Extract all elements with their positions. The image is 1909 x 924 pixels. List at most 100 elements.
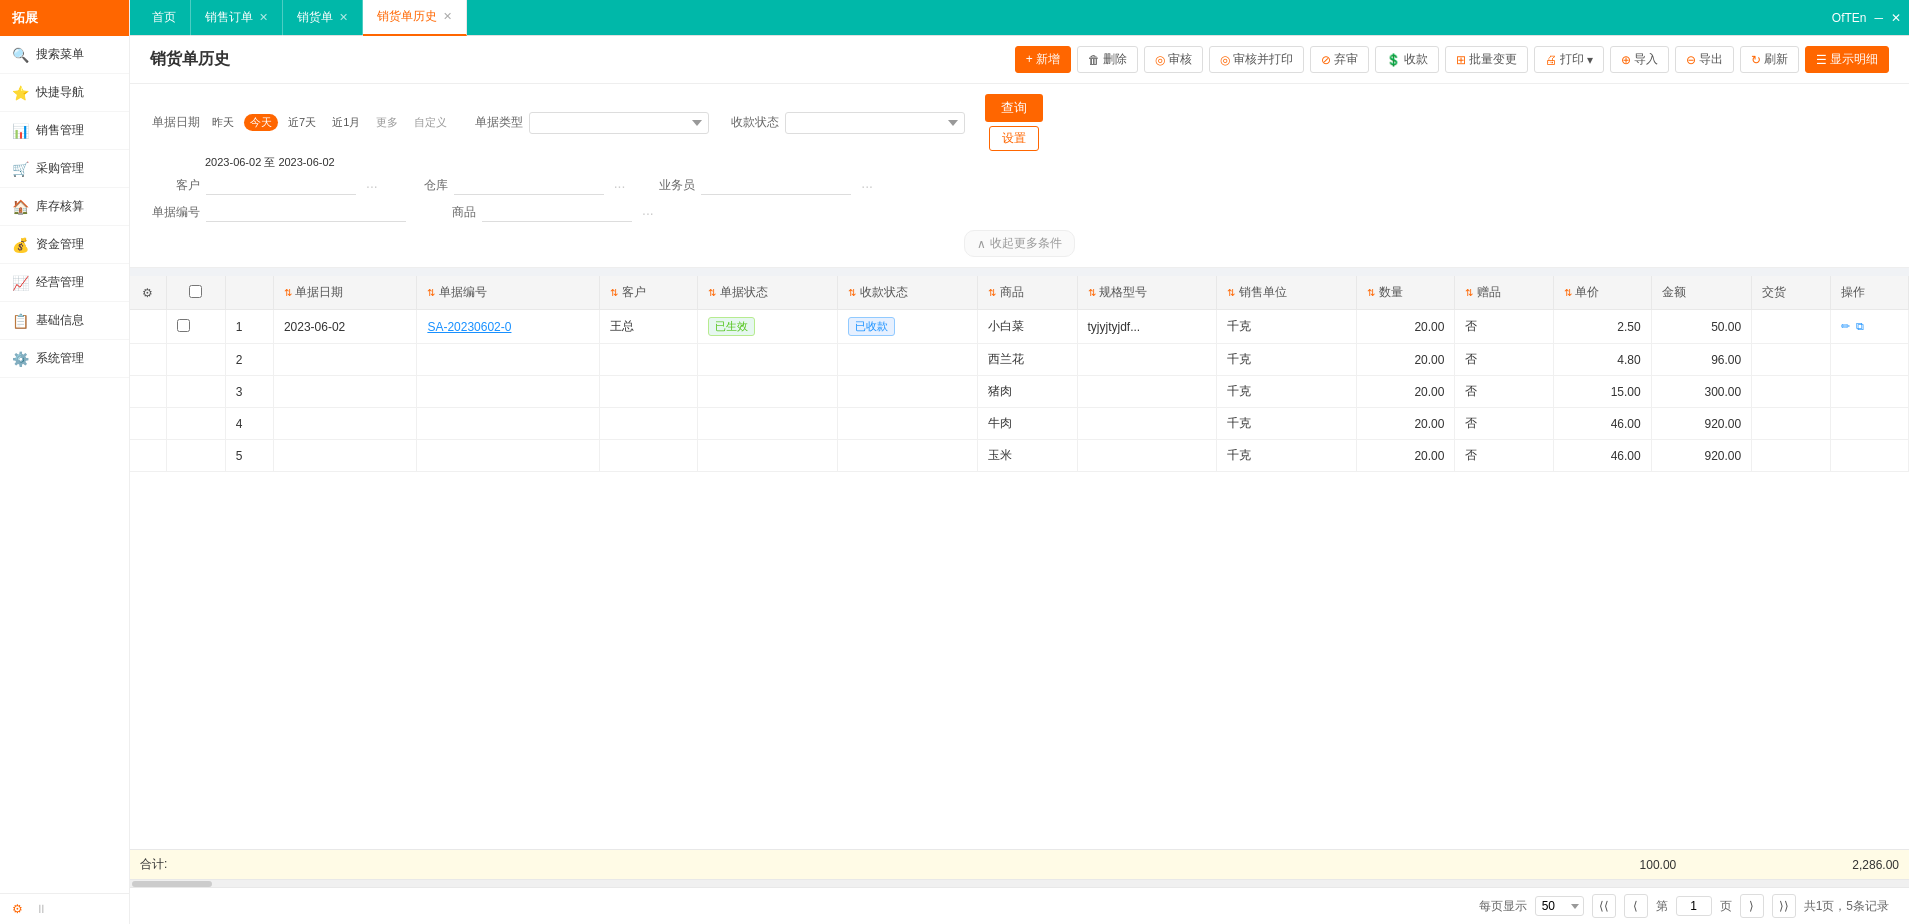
refresh-icon: ↻ [1751,53,1761,67]
sidebar-item-inventory[interactable]: 🏠 库存核算 [0,188,129,226]
tab-sales-order-close[interactable]: ✕ [259,11,268,24]
tab-sales-history-close[interactable]: ✕ [443,10,452,23]
table-row: 2西兰花千克20.00否4.8096.00 [130,344,1909,376]
sidebar-item-purchase-mgmt[interactable]: 🛒 采购管理 [0,150,129,188]
customer-input[interactable] [206,176,356,195]
salesperson-dots-btn[interactable]: ··· [861,178,873,194]
date-tag-more[interactable]: 更多 [370,114,404,131]
cell-checkbox[interactable] [166,408,225,440]
cell-checkbox[interactable] [166,440,225,472]
per-page-label: 每页显示 [1479,898,1527,915]
cell-checkbox[interactable] [166,376,225,408]
per-page-select[interactable]: 50 100 [1535,896,1584,916]
th-price[interactable]: ⇅ 单价 [1553,276,1651,310]
settings-button[interactable]: 设置 [989,126,1039,151]
window-minimize-icon[interactable]: ─ [1874,11,1883,25]
tab-sales-history[interactable]: 销货单历史 ✕ [363,0,467,36]
doc-no-link[interactable]: SA-20230602-0 [427,320,511,334]
sidebar-item-finance-mgmt[interactable]: 💰 资金管理 [0,226,129,264]
customer-dots-btn[interactable]: ··· [366,178,378,194]
salesperson-label: 业务员 [645,177,695,194]
row-checkbox[interactable] [177,319,190,332]
date-tag-7days[interactable]: 近7天 [282,114,322,131]
th-customer[interactable]: ⇅ 客户 [600,276,698,310]
import-button[interactable]: ⊕ 导入 [1610,46,1669,73]
action-btn[interactable]: ⧉ [1856,320,1864,333]
tab-sales-goods-close[interactable]: ✕ [339,11,348,24]
cell-checkbox[interactable] [166,344,225,376]
sidebar-item-search-menu[interactable]: 🔍 搜索菜单 [0,36,129,74]
pg-last-btn[interactable]: ⟩⟩ [1772,894,1796,918]
audit-print-button[interactable]: ◎ 审核并打印 [1209,46,1304,73]
collect-button[interactable]: 💲 收款 [1375,46,1439,73]
query-button[interactable]: 查询 [985,94,1043,122]
sidebar-item-system-mgmt[interactable]: ⚙️ 系统管理 [0,340,129,378]
cell-doc-no[interactable] [417,408,600,440]
audit-print-label: 审核并打印 [1233,51,1293,68]
cell-checkbox[interactable] [166,310,225,344]
new-button[interactable]: + 新增 [1015,46,1071,73]
sidebar-settings-icon[interactable]: ⚙ [12,902,23,916]
doc-no-input[interactable] [206,203,406,222]
cell-customer [600,344,698,376]
filter-goods: 商品 ··· [426,203,654,222]
display-icon: ☰ [1816,53,1827,67]
export-button[interactable]: ⊖ 导出 [1675,46,1734,73]
th-gear[interactable]: ⚙ [130,276,166,310]
date-tag-custom[interactable]: 自定义 [408,114,453,131]
display-detail-button[interactable]: ☰ 显示明细 [1805,46,1889,73]
filter-right-btns: 查询 设置 [985,94,1043,151]
cell-action [1830,408,1908,440]
th-qty[interactable]: ⇅ 数量 [1357,276,1455,310]
th-gift[interactable]: ⇅ 赠品 [1455,276,1553,310]
abandon-button[interactable]: ⊘ 弃审 [1310,46,1369,73]
pg-first-btn[interactable]: ⟨⟨ [1592,894,1616,918]
th-doc-date[interactable]: ⇅ 单据日期 [273,276,416,310]
doc-type-select[interactable] [529,112,709,134]
action-btn[interactable]: ✏ [1841,320,1850,333]
cell-doc-no[interactable] [417,344,600,376]
window-close-icon[interactable]: ✕ [1891,11,1901,25]
batch-change-button[interactable]: ⊞ 批量变更 [1445,46,1528,73]
tab-sales-goods[interactable]: 销货单 ✕ [283,0,363,36]
audit-button[interactable]: ◎ 审核 [1144,46,1203,73]
th-doc-status[interactable]: ⇅ 单据状态 [698,276,838,310]
delete-button[interactable]: 🗑 删除 [1077,46,1138,73]
salesperson-input[interactable] [701,176,851,195]
sidebar-collapse-icon[interactable]: ⏸ [35,902,47,916]
date-tag-yesterday[interactable]: 昨天 [206,114,240,131]
date-tag-1month[interactable]: 近1月 [326,114,366,131]
th-payment-status[interactable]: ⇅ 收款状态 [838,276,978,310]
cell-doc-no[interactable] [417,440,600,472]
tab-home[interactable]: 首页 [138,0,191,36]
date-tag-today[interactable]: 今天 [244,114,278,131]
warehouse-dots-btn[interactable]: ··· [614,178,626,194]
cell-doc-no[interactable] [417,376,600,408]
th-doc-no[interactable]: ⇅ 单据编号 [417,276,600,310]
sidebar-item-operation-mgmt[interactable]: 📈 经营管理 [0,264,129,302]
th-unit[interactable]: ⇅ 销售单位 [1217,276,1357,310]
scrollbar-area[interactable] [130,879,1909,887]
collapse-button[interactable]: ∧ 收起更多条件 [964,230,1075,257]
scrollbar-thumb[interactable] [132,881,212,887]
goods-dots-btn[interactable]: ··· [642,205,654,221]
cell-trade [1752,440,1830,472]
warehouse-input[interactable] [454,176,604,195]
pg-next-btn[interactable]: ⟩ [1740,894,1764,918]
print-button[interactable]: 🖨 打印 ▾ [1534,46,1604,73]
refresh-button[interactable]: ↻ 刷新 [1740,46,1799,73]
sidebar-item-basic-info[interactable]: 📋 基础信息 [0,302,129,340]
cart-icon: 🛒 [12,161,28,177]
tab-sales-order[interactable]: 销售订单 ✕ [191,0,283,36]
payment-status-select[interactable] [785,112,965,134]
select-all-checkbox[interactable] [189,285,202,298]
th-checkbox[interactable] [166,276,225,310]
th-spec[interactable]: ⇅ 规格型号 [1077,276,1217,310]
sidebar-item-sales-mgmt[interactable]: 📊 销售管理 [0,112,129,150]
th-goods[interactable]: ⇅ 商品 [978,276,1077,310]
sidebar-item-quick-nav[interactable]: ⭐ 快捷导航 [0,74,129,112]
page-input[interactable] [1676,896,1712,916]
goods-input[interactable] [482,203,632,222]
cell-doc-no[interactable]: SA-20230602-0 [417,310,600,344]
pg-prev-btn[interactable]: ⟨ [1624,894,1648,918]
